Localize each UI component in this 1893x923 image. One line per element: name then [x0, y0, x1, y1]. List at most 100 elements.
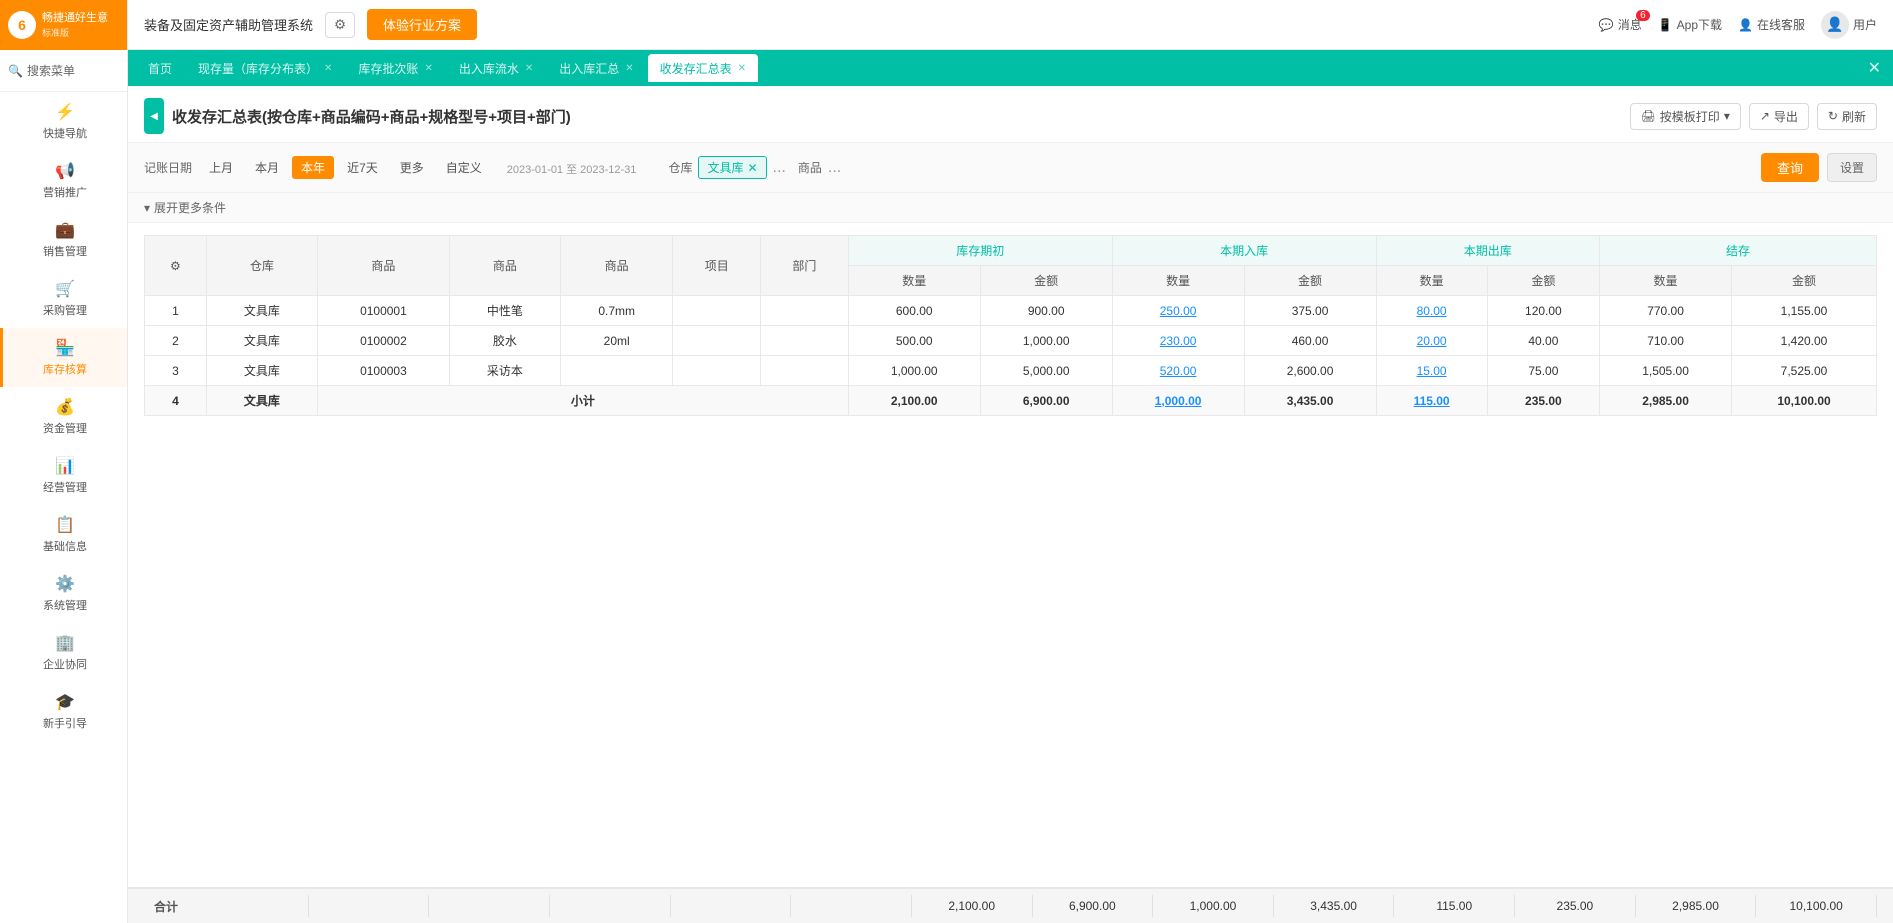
table-settings-header[interactable]: ⚙ — [145, 236, 207, 296]
th-product-code: 商品 — [317, 236, 449, 296]
export-button[interactable]: ↗ 导出 — [1749, 103, 1809, 130]
sidebar-item-purchase-label: 采购管理 — [43, 302, 87, 318]
row-closing-qty: 1,505.00 — [1600, 356, 1732, 386]
tabbar-close-button[interactable]: ✕ — [1864, 58, 1885, 78]
th-out-qty: 数量 — [1376, 266, 1487, 296]
subtotal-out-qty[interactable]: 115.00 — [1376, 386, 1487, 416]
row-out-qty[interactable]: 20.00 — [1376, 326, 1487, 356]
th-out-group: 本期出库 — [1376, 236, 1600, 266]
settings-button[interactable]: 设置 — [1827, 153, 1877, 182]
print-label: 按模板打印 — [1660, 108, 1720, 125]
tab-flow[interactable]: 出入库流水 ✕ — [447, 54, 545, 82]
tab-batch-close[interactable]: ✕ — [424, 63, 432, 74]
sidebar-item-sales[interactable]: 💼 销售管理 — [0, 210, 127, 269]
sidebar: 6 畅捷通好生意 标准版 🔍 搜索菜单 ⚡ 快捷导航 📢 营销推广 💼 销售管理… — [0, 0, 128, 923]
sidebar-item-operations[interactable]: 📊 经营管理 — [0, 446, 127, 505]
refresh-button[interactable]: ↻ 刷新 — [1817, 103, 1877, 130]
trial-button[interactable]: 体验行业方案 — [367, 9, 477, 40]
row-closing-amt: 7,525.00 — [1732, 356, 1877, 386]
search-label: 搜索菜单 — [27, 62, 75, 79]
filter-tag-last-month[interactable]: 上月 — [200, 156, 242, 179]
row-in-qty[interactable]: 520.00 — [1112, 356, 1244, 386]
filter-tag-7days[interactable]: 近7天 — [338, 156, 387, 179]
operations-icon: 📊 — [55, 456, 75, 476]
purchase-icon: 🛒 — [55, 279, 75, 299]
tab-flow-close[interactable]: ✕ — [525, 63, 533, 74]
sidebar-item-newbie[interactable]: 🎓 新手引导 — [0, 682, 127, 741]
sidebar-item-finance[interactable]: 💰 资金管理 — [0, 387, 127, 446]
finance-icon: 💰 — [55, 397, 75, 417]
filter-bar: 记账日期 上月 本月 本年 近7天 更多 自定义 2023-01-01 至 20… — [128, 143, 1893, 193]
summary-spacer6 — [791, 895, 912, 917]
page-actions: 🖨 按模板打印 ▾ ↗ 导出 ↻ 刷新 — [1630, 103, 1877, 130]
sidebar-item-purchase[interactable]: 🛒 采购管理 — [0, 269, 127, 328]
sidebar-item-inventory[interactable]: 🏪 库存核算 — [0, 328, 127, 387]
row-opening-qty: 600.00 — [848, 296, 980, 326]
tab-receipt-summary-close[interactable]: ✕ — [738, 63, 746, 74]
tab-inventory-close[interactable]: ✕ — [324, 63, 332, 74]
row-out-qty[interactable]: 15.00 — [1376, 356, 1487, 386]
th-warehouse: 仓库 — [206, 236, 317, 296]
row-department — [761, 296, 849, 326]
total-label: 合计 — [144, 898, 188, 915]
user-label: 用户 — [1853, 16, 1877, 33]
expand-more-label: 展开更多条件 — [154, 199, 226, 216]
sidebar-item-system[interactable]: ⚙️ 系统管理 — [0, 564, 127, 623]
row-in-qty[interactable]: 250.00 — [1112, 296, 1244, 326]
date-filter-section: 记账日期 上月 本月 本年 近7天 更多 自定义 — [144, 156, 491, 179]
row-serial: 2 — [145, 326, 207, 356]
sidebar-item-finance-label: 资金管理 — [43, 420, 87, 436]
filter-tag-custom[interactable]: 自定义 — [437, 156, 491, 179]
row-in-qty[interactable]: 230.00 — [1112, 326, 1244, 356]
user-item[interactable]: 👤 用户 — [1821, 11, 1877, 39]
warehouse-tag[interactable]: 文具库 ✕ — [698, 156, 766, 179]
tab-home-label: 首页 — [148, 60, 172, 77]
sidebar-item-quicknav[interactable]: ⚡ 快捷导航 — [0, 92, 127, 151]
th-project: 项目 — [673, 236, 761, 296]
sidebar-item-enterprise[interactable]: 🏢 企业协同 — [0, 623, 127, 682]
filter-tag-this-year[interactable]: 本年 — [292, 156, 334, 179]
tab-inout-summary[interactable]: 出入库汇总 ✕ — [547, 54, 645, 82]
th-product-name: 商品 — [449, 236, 560, 296]
online-service-item[interactable]: 👤 在线客服 — [1738, 16, 1805, 33]
tab-batch[interactable]: 库存批次账 ✕ — [346, 54, 444, 82]
expand-more-conditions-button[interactable]: ▾ 展开更多条件 — [144, 199, 226, 216]
summary-spacer3 — [429, 895, 550, 917]
row-opening-amt: 1,000.00 — [980, 326, 1112, 356]
warehouse-tag-close[interactable]: ✕ — [747, 161, 757, 175]
gear-icon[interactable]: ⚙ — [170, 259, 181, 273]
tab-inout-summary-label: 出入库汇总 — [559, 60, 619, 77]
tab-inout-summary-close[interactable]: ✕ — [625, 63, 633, 74]
sidebar-item-marketing[interactable]: 📢 营销推广 — [0, 151, 127, 210]
tab-inventory[interactable]: 现存量（库存分布表） ✕ — [186, 54, 344, 82]
product-more-button[interactable]: ... — [828, 159, 841, 177]
subtotal-in-qty[interactable]: 1,000.00 — [1112, 386, 1244, 416]
search-button[interactable]: 🔍 搜索菜单 — [8, 58, 119, 83]
sidebar-item-basic[interactable]: 📋 基础信息 — [0, 505, 127, 564]
row-product-code: 0100003 — [317, 356, 449, 386]
messages-item[interactable]: 💬 消息 6 — [1599, 16, 1642, 33]
filter-tag-more[interactable]: 更多 — [391, 156, 433, 179]
tab-receipt-summary[interactable]: 收发存汇总表 ✕ — [648, 54, 758, 82]
sales-icon: 💼 — [55, 220, 75, 240]
row-department — [761, 326, 849, 356]
th-closing-group: 结存 — [1600, 236, 1877, 266]
table-container: ⚙ 仓库 商品 商品 商品 项目 部门 库存期初 本期入库 本期出库 结存 — [128, 223, 1893, 428]
app-download-item[interactable]: 📱 App下载 — [1658, 16, 1722, 33]
tab-inventory-label: 现存量（库存分布表） — [198, 60, 318, 77]
subtotal-closing-amt: 10,100.00 — [1732, 386, 1877, 416]
print-button[interactable]: 🖨 按模板打印 ▾ — [1630, 103, 1741, 130]
query-button[interactable]: 查询 — [1761, 153, 1819, 182]
message-icon: 💬 — [1599, 18, 1614, 32]
filter-tag-this-month[interactable]: 本月 — [246, 156, 288, 179]
system-settings-button[interactable]: ⚙ — [325, 12, 355, 38]
sidebar-search-section: 🔍 搜索菜单 — [0, 50, 127, 92]
sidebar-toggle-button[interactable]: ◀ — [144, 98, 164, 134]
summary-spacer1 — [188, 895, 309, 917]
row-opening-qty: 1,000.00 — [848, 356, 980, 386]
tab-home[interactable]: 首页 — [136, 54, 184, 82]
row-out-qty[interactable]: 80.00 — [1376, 296, 1487, 326]
tab-bar: 首页 现存量（库存分布表） ✕ 库存批次账 ✕ 出入库流水 ✕ 出入库汇总 ✕ … — [128, 50, 1893, 86]
row-department — [761, 356, 849, 386]
warehouse-more-button[interactable]: ... — [773, 159, 786, 177]
